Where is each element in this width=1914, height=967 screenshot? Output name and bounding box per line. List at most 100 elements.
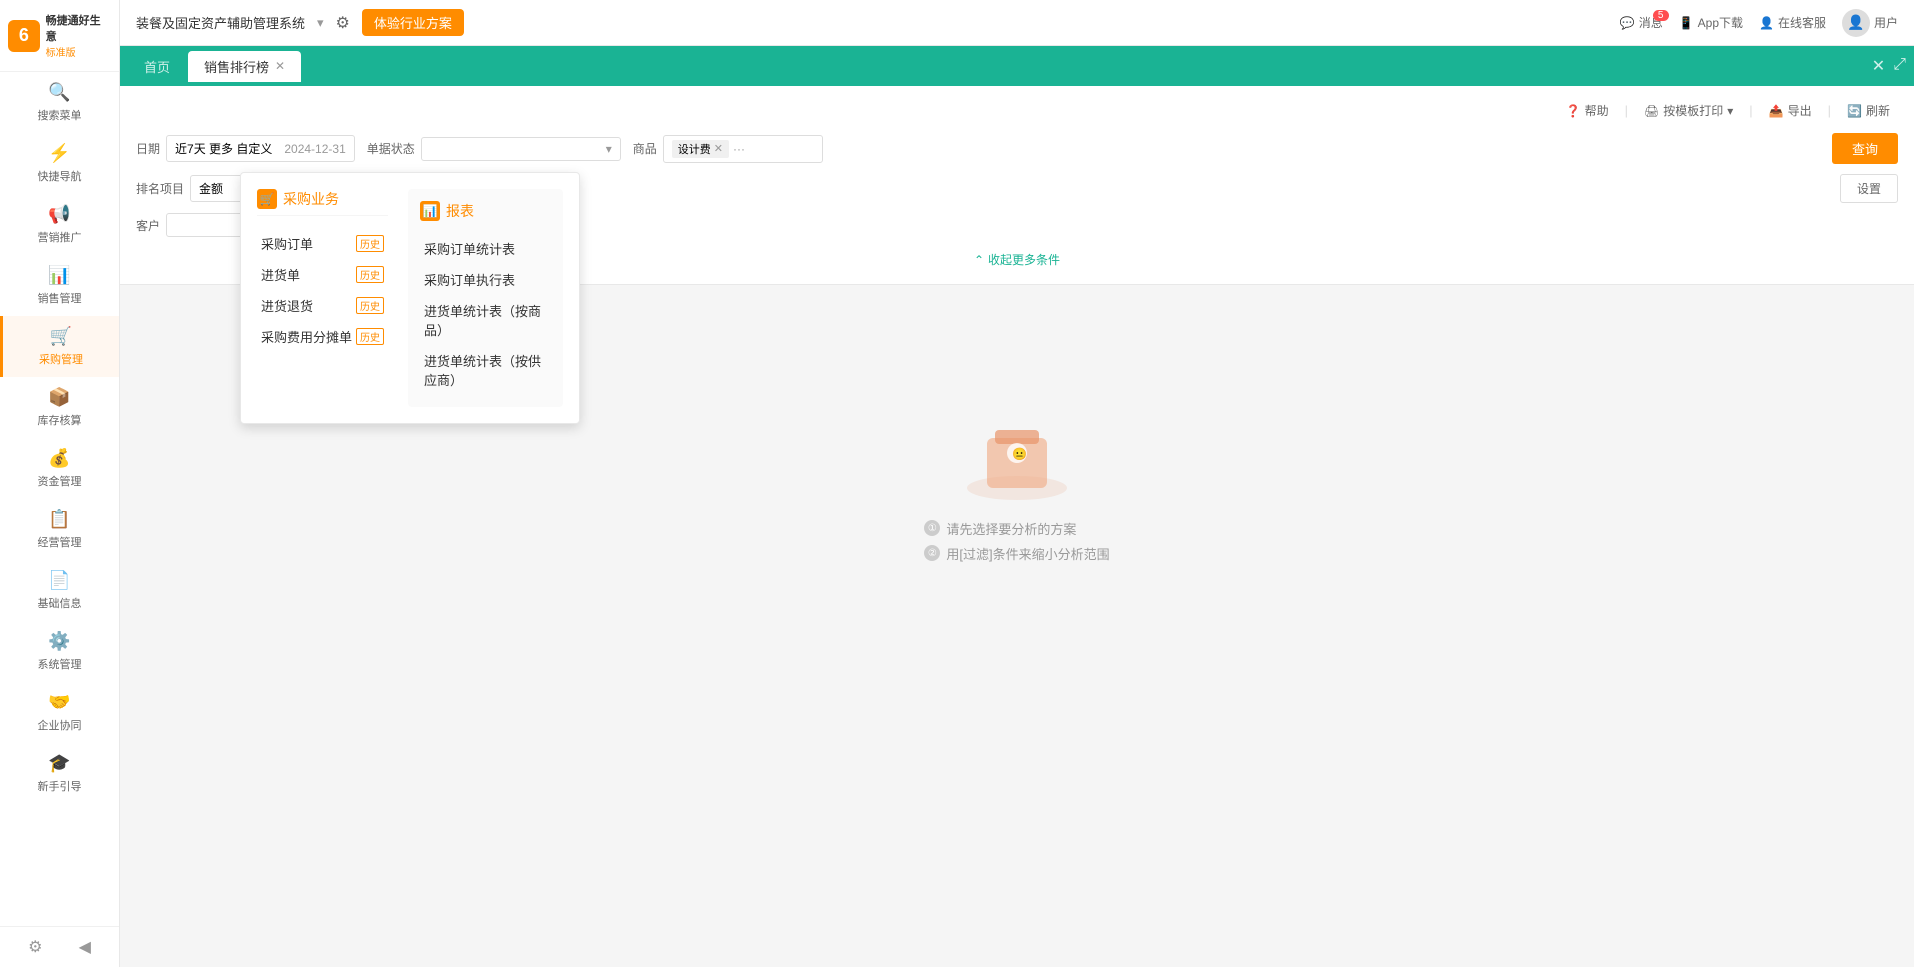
newbie-icon: 🎓 [48,753,70,774]
tab-sales-rank-label: 销售排行榜 [204,57,269,76]
sidebar-item-basic[interactable]: 📄 基础信息 [0,560,119,621]
product-tag-close[interactable]: ✕ [714,142,723,155]
purchase-section: 🛒 采购业务 采购订单 历史 进货单 历史 进货退货 历史 采购费用分摊单 [257,189,388,407]
tab-bar: 首页 销售排行榜 ✕ ✕ ⤢ [120,46,1914,86]
status-select[interactable]: ▾ [421,137,621,161]
empty-illustration: 😐 [957,408,1077,511]
date-field: 日期 近7天 更多 自定义 2024-12-31 [136,135,355,162]
product-field: 商品 设计费 ✕ ··· [633,135,823,163]
status-arrow: ▾ [606,142,612,156]
search-icon: 🔍 [48,82,70,103]
customer-label: 客户 [136,217,160,234]
sidebar-item-purchase[interactable]: 🛒 采购管理 [0,316,119,377]
sidebar-item-search[interactable]: 🔍 搜索菜单 [0,72,119,133]
logo-text: 畅捷通好生意 标准版 [46,12,111,59]
message-btn[interactable]: 💬 消息 5 [1620,14,1663,31]
industry-btn[interactable]: 体验行业方案 [362,9,464,36]
menu-item-purchase-order-exec[interactable]: 采购订单执行表 [420,264,551,295]
empty-hints: ① 请先选择要分析的方案 ② 用[过滤]条件来缩小分析范围 [924,519,1109,563]
settings-bottom-btn[interactable]: ⚙ [28,937,42,957]
print-btn[interactable]: 🖨 按模板打印 ▾ [1636,98,1741,123]
sidebar-nav: 🔍 搜索菜单 ⚡ 快捷导航 📢 营销推广 📊 销售管理 🛒 采购管理 📦 库存核… [0,72,119,926]
sales-icon: 📊 [48,265,70,286]
basic-icon: 📄 [48,570,70,591]
menu-item-inbound-stat-product[interactable]: 进货单统计表（按商品） [420,295,551,345]
sidebar-item-newbie[interactable]: 🎓 新手引导 [0,743,119,804]
app-label: App下载 [1698,14,1743,31]
window-maximize-btn[interactable]: ⤢ [1893,56,1906,76]
menu-item-inbound[interactable]: 进货单 历史 [257,259,388,290]
refresh-btn[interactable]: 🔄 刷新 [1839,98,1898,123]
sidebar-item-funds[interactable]: 💰 资金管理 [0,438,119,499]
set-button[interactable]: 设置 [1840,174,1898,203]
collapse-icon: ⌃ [974,253,984,267]
user-label: 用户 [1874,14,1898,31]
hint-icon-2: ② [924,545,940,561]
sidebar: 6 畅捷通好生意 标准版 🔍 搜索菜单 ⚡ 快捷导航 📢 营销推广 📊 销售管理… [0,0,120,967]
help-btn[interactable]: ❓ 帮助 [1558,98,1617,123]
tab-close-icon[interactable]: ✕ [275,59,285,73]
app-download-btn[interactable]: 📱 App下载 [1679,14,1743,31]
window-controls: ✕ ⤢ [1872,56,1906,76]
export-btn[interactable]: 📤 导出 [1761,98,1820,123]
export-icon: 📤 [1769,104,1784,118]
header-actions: 💬 消息 5 📱 App下载 👤 在线客服 👤 用户 [1620,9,1898,37]
tab-home-label: 首页 [144,57,170,76]
main-content: 装餐及固定资产辅助管理系统 ▾ ⚙ 体验行业方案 💬 消息 5 📱 App下载 … [120,0,1914,967]
rank-label: 排名项目 [136,180,184,197]
menu-item-return[interactable]: 进货退货 历史 [257,290,388,321]
expense-badge: 历史 [356,328,384,345]
product-more[interactable]: ··· [733,142,745,156]
print-arrow: ▾ [1727,104,1733,118]
top-header: 装餐及固定资产辅助管理系统 ▾ ⚙ 体验行业方案 💬 消息 5 📱 App下载 … [120,0,1914,46]
tab-sales-rank[interactable]: 销售排行榜 ✕ [188,51,301,82]
purchase-section-icon: 🛒 [257,189,277,209]
menu-item-inbound-stat-supplier[interactable]: 进货单统计表（按供应商） [420,345,551,395]
menu-item-purchase-order[interactable]: 采购订单 历史 [257,228,388,259]
report-section: 📊 报表 采购订单统计表 采购订单执行表 进货单统计表（按商品） 进货单统计表（… [408,189,563,407]
settings-icon[interactable]: ⚙ [336,13,350,33]
marketing-icon: 📢 [48,204,70,225]
enterprise-icon: 🤝 [48,692,70,713]
avatar: 👤 [1842,9,1870,37]
hint-icon-1: ① [924,520,940,536]
online-service-btn[interactable]: 👤 在线客服 [1759,14,1826,31]
purchase-dropdown-menu: 🛒 采购业务 采购订单 历史 进货单 历史 进货退货 历史 采购费用分摊单 [240,172,580,424]
sidebar-item-enterprise[interactable]: 🤝 企业协同 [0,682,119,743]
query-button[interactable]: 查询 [1832,133,1898,164]
collapse-sidebar-btn[interactable]: ◀ [79,937,91,957]
sidebar-bottom: ⚙ ◀ [0,926,119,967]
window-close-btn[interactable]: ✕ [1872,56,1885,76]
product-input[interactable]: 设计费 ✕ ··· [663,135,823,163]
report-section-icon: 📊 [420,201,440,221]
user-menu[interactable]: 👤 用户 [1842,9,1898,37]
help-icon: ❓ [1566,104,1581,118]
system-dropdown-arrow[interactable]: ▾ [317,15,324,31]
sidebar-item-quick[interactable]: ⚡ 快捷导航 [0,133,119,194]
sidebar-item-system[interactable]: ⚙️ 系统管理 [0,621,119,682]
report-section-title: 📊 报表 [420,201,551,221]
tab-home[interactable]: 首页 [128,51,186,82]
message-icon: 💬 [1620,16,1635,30]
date-label: 日期 [136,140,160,157]
logo: 6 畅捷通好生意 标准版 [0,0,119,72]
system-title: 装餐及固定资产辅助管理系统 [136,13,305,32]
menu-item-purchase-order-stat[interactable]: 采购订单统计表 [420,233,551,264]
menu-item-expense[interactable]: 采购费用分摊单 历史 [257,321,388,352]
sidebar-item-sales[interactable]: 📊 销售管理 [0,255,119,316]
inventory-icon: 📦 [48,387,70,408]
purchase-order-badge: 历史 [356,235,384,252]
search-toolbar: ❓ 帮助 | 🖨 按模板打印 ▾ | 📤 导出 | 🔄 刷新 [136,98,1898,123]
hint-2: ② 用[过滤]条件来缩小分析范围 [924,544,1109,563]
date-input[interactable]: 近7天 更多 自定义 2024-12-31 [166,135,355,162]
collapse-btn[interactable]: ⌃ 收起更多条件 [974,251,1060,268]
service-icon: 👤 [1759,16,1774,30]
operations-icon: 📋 [48,509,70,530]
product-tag: 设计费 ✕ [672,140,729,158]
sidebar-item-marketing[interactable]: 📢 营销推广 [0,194,119,255]
status-field: 单据状态 ▾ [367,137,621,161]
app-icon: 📱 [1679,16,1694,30]
empty-svg: 😐 [957,408,1077,508]
sidebar-item-inventory[interactable]: 📦 库存核算 [0,377,119,438]
sidebar-item-operations[interactable]: 📋 经营管理 [0,499,119,560]
